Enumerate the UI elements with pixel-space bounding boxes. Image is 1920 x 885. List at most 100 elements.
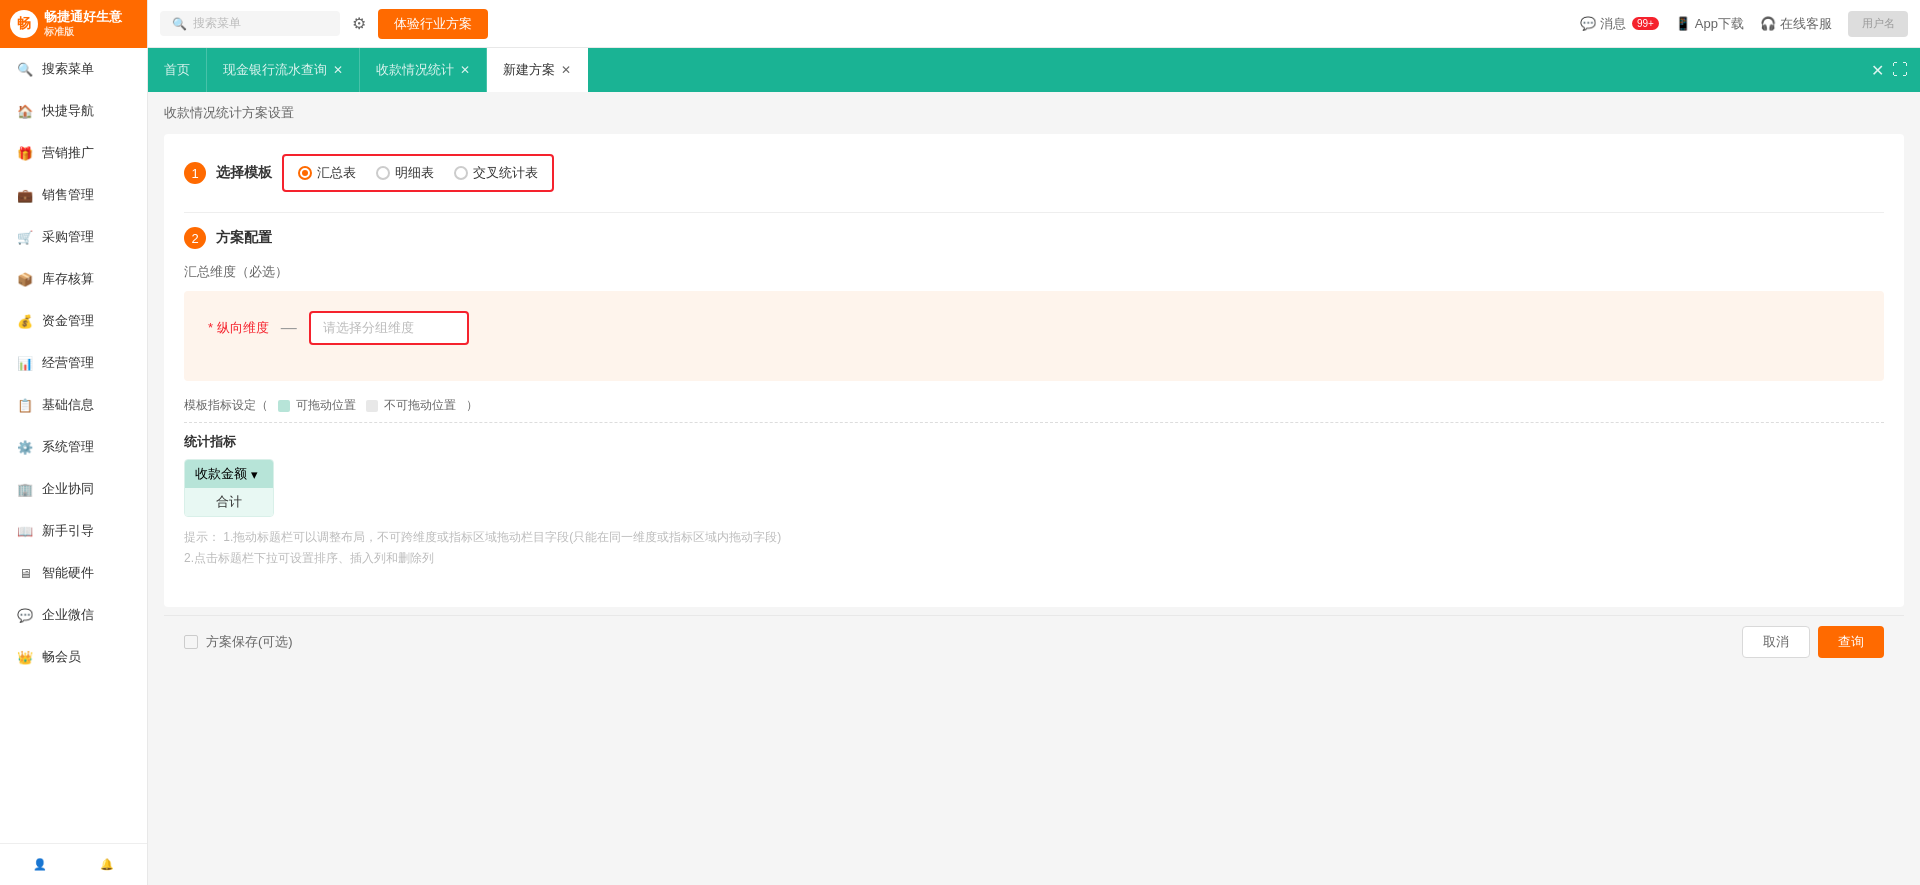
dim-row-label: * 纵向维度: [208, 319, 269, 337]
purchase-icon: 🛒: [16, 228, 34, 246]
sidebar-item-quick-nav[interactable]: 🏠 快捷导航: [0, 90, 147, 132]
save-plan-label: 方案保存(可选): [206, 633, 293, 651]
trial-button[interactable]: 体验行业方案: [378, 9, 488, 39]
sidebar-footer-btn2[interactable]: 🔔: [76, 852, 140, 877]
step1-label: 选择模板: [216, 164, 272, 182]
hardware-icon: 🖥: [16, 564, 34, 582]
radio-detail-circle: [376, 166, 390, 180]
radio-summary[interactable]: 汇总表: [298, 164, 356, 182]
topbar-right: 💬 消息 99+ 📱 App下载 🎧 在线客服 用户名: [1580, 11, 1908, 37]
service-btn[interactable]: 🎧 在线客服: [1760, 15, 1832, 33]
step2-header: 2 方案配置: [184, 227, 1884, 249]
app-download-btn[interactable]: 📱 App下载: [1675, 15, 1744, 33]
tab-bank-flow[interactable]: 现金银行流水查询 ✕: [207, 48, 360, 92]
dim-config: 汇总维度（必选） * 纵向维度 — 请选择分组维度: [184, 263, 1884, 567]
col-header-amount[interactable]: 收款金额 ▾: [185, 460, 273, 488]
sidebar-item-wechat[interactable]: 💬 企业微信: [0, 594, 147, 636]
wechat-icon: 💬: [16, 606, 34, 624]
sidebar-item-purchase[interactable]: 🛒 采购管理: [0, 216, 147, 258]
tab-expand-icon[interactable]: ⛶: [1892, 61, 1908, 79]
ops-icon: 📊: [16, 354, 34, 372]
dim-title: 汇总维度（必选）: [184, 263, 1884, 281]
dim-select[interactable]: 请选择分组维度: [309, 311, 469, 345]
sidebar-footer-btn1[interactable]: 👤: [8, 852, 72, 877]
indicator-col-amount: 收款金额 ▾ 合计: [184, 459, 274, 517]
cancel-button[interactable]: 取消: [1742, 626, 1810, 658]
corp-icon: 🏢: [16, 480, 34, 498]
col-dropdown-icon: ▾: [251, 467, 258, 482]
sidebar-item-sales[interactable]: 💼 销售管理: [0, 174, 147, 216]
topbar-search[interactable]: 🔍 搜索菜单: [160, 11, 340, 36]
sidebar-item-hardware[interactable]: 🖥 智能硬件: [0, 552, 147, 594]
tab-close-bank-flow[interactable]: ✕: [333, 63, 343, 77]
draggable-dot: [278, 400, 290, 412]
sidebar-item-ops[interactable]: 📊 经营管理: [0, 342, 147, 384]
tabbar: 首页 现金银行流水查询 ✕ 收款情况统计 ✕ 新建方案 ✕ ✕ ⛶: [148, 48, 1920, 92]
quick-nav-icon: 🏠: [16, 102, 34, 120]
non-draggable-dot: [366, 400, 378, 412]
tab-collection-stat[interactable]: 收款情况统计 ✕: [360, 48, 487, 92]
sidebar-item-system[interactable]: ⚙️ 系统管理: [0, 426, 147, 468]
sidebar-logo: 畅 畅捷通好生意 标准版: [0, 0, 147, 48]
step1-num: 1: [184, 162, 206, 184]
sidebar-item-member[interactable]: 👑 畅会员: [0, 636, 147, 678]
step2-section: 2 方案配置 汇总维度（必选） * 纵向维度 — 请选择分组维度: [184, 227, 1884, 567]
guide-icon: 📖: [16, 522, 34, 540]
config-card: 1 选择模板 汇总表 明细表: [164, 134, 1904, 607]
hints: 提示： 1.拖动标题栏可以调整布局，不可跨维度或指标区域拖动栏目字段(只能在同一…: [184, 529, 1884, 567]
dim-area: * 纵向维度 — 请选择分组维度: [184, 291, 1884, 381]
radio-cross[interactable]: 交叉统计表: [454, 164, 538, 182]
radio-cross-circle: [454, 166, 468, 180]
radio-summary-circle: [298, 166, 312, 180]
msg-icon: 💬: [1580, 16, 1596, 31]
sidebar-item-guide[interactable]: 📖 新手引导: [0, 510, 147, 552]
indicator-table: 收款金额 ▾ 合计: [184, 459, 1884, 517]
page-title: 收款情况统计方案设置: [164, 104, 1904, 122]
logo-icon: 畅: [10, 10, 38, 38]
radio-detail[interactable]: 明细表: [376, 164, 434, 182]
tab-actions: ✕ ⛶: [1859, 48, 1920, 92]
content-area: 收款情况统计方案设置 1 选择模板 汇总表: [148, 92, 1920, 885]
search-menu-icon: 🔍: [16, 60, 34, 78]
step2-num: 2: [184, 227, 206, 249]
divider1: [184, 212, 1884, 213]
save-plan-checkbox[interactable]: [184, 635, 198, 649]
footer: 方案保存(可选) 取消 查询: [164, 615, 1904, 668]
app-icon: 📱: [1675, 16, 1691, 31]
inventory-icon: 📦: [16, 270, 34, 288]
col-body-total: 合计: [185, 488, 273, 516]
indicator-header: 模板指标设定（ 可拖动位置 不可拖动位置 ）: [184, 397, 1884, 423]
sidebar-item-finance[interactable]: 💰 资金管理: [0, 300, 147, 342]
dim-row: * 纵向维度 — 请选择分组维度: [208, 311, 1860, 345]
tab-close-window-icon[interactable]: ✕: [1871, 61, 1884, 80]
sidebar-item-info[interactable]: 📋 基础信息: [0, 384, 147, 426]
tab-close-collection-stat[interactable]: ✕: [460, 63, 470, 77]
tab-home[interactable]: 首页: [148, 48, 207, 92]
stat-label: 统计指标: [184, 433, 1884, 451]
msg-btn[interactable]: 💬 消息 99+: [1580, 15, 1659, 33]
tab-close-new-plan[interactable]: ✕: [561, 63, 571, 77]
step2-label: 方案配置: [216, 229, 272, 247]
finance-icon: 💰: [16, 312, 34, 330]
sidebar-item-corp[interactable]: 🏢 企业协同: [0, 468, 147, 510]
sidebar-item-search-menu[interactable]: 🔍 搜索菜单: [0, 48, 147, 90]
template-radio-group: 汇总表 明细表 交叉统计表: [282, 154, 554, 192]
info-icon: 📋: [16, 396, 34, 414]
sidebar-item-inventory[interactable]: 📦 库存核算: [0, 258, 147, 300]
step1-section: 1 选择模板 汇总表 明细表: [184, 154, 1884, 192]
search-icon: 🔍: [172, 17, 187, 31]
footer-actions: 取消 查询: [1742, 626, 1884, 658]
legend-non-draggable: 不可拖动位置: [366, 397, 456, 414]
marketing-icon: 🎁: [16, 144, 34, 162]
step1-header: 1 选择模板 汇总表 明细表: [184, 154, 1884, 192]
tab-new-plan[interactable]: 新建方案 ✕: [487, 48, 588, 92]
legend-draggable: 可拖动位置: [278, 397, 356, 414]
sidebar: 畅 畅捷通好生意 标准版 🔍 搜索菜单 🏠 快捷导航 🎁 营销推广 💼 销售管理…: [0, 0, 148, 885]
query-button[interactable]: 查询: [1818, 626, 1884, 658]
system-icon: ⚙️: [16, 438, 34, 456]
avatar[interactable]: 用户名: [1848, 11, 1908, 37]
main-area: 🔍 搜索菜单 ⚙ 体验行业方案 💬 消息 99+ 📱 App下载 🎧 在线客服 …: [148, 0, 1920, 885]
sales-icon: 💼: [16, 186, 34, 204]
sidebar-item-marketing[interactable]: 🎁 营销推广: [0, 132, 147, 174]
settings-icon[interactable]: ⚙: [352, 14, 366, 33]
